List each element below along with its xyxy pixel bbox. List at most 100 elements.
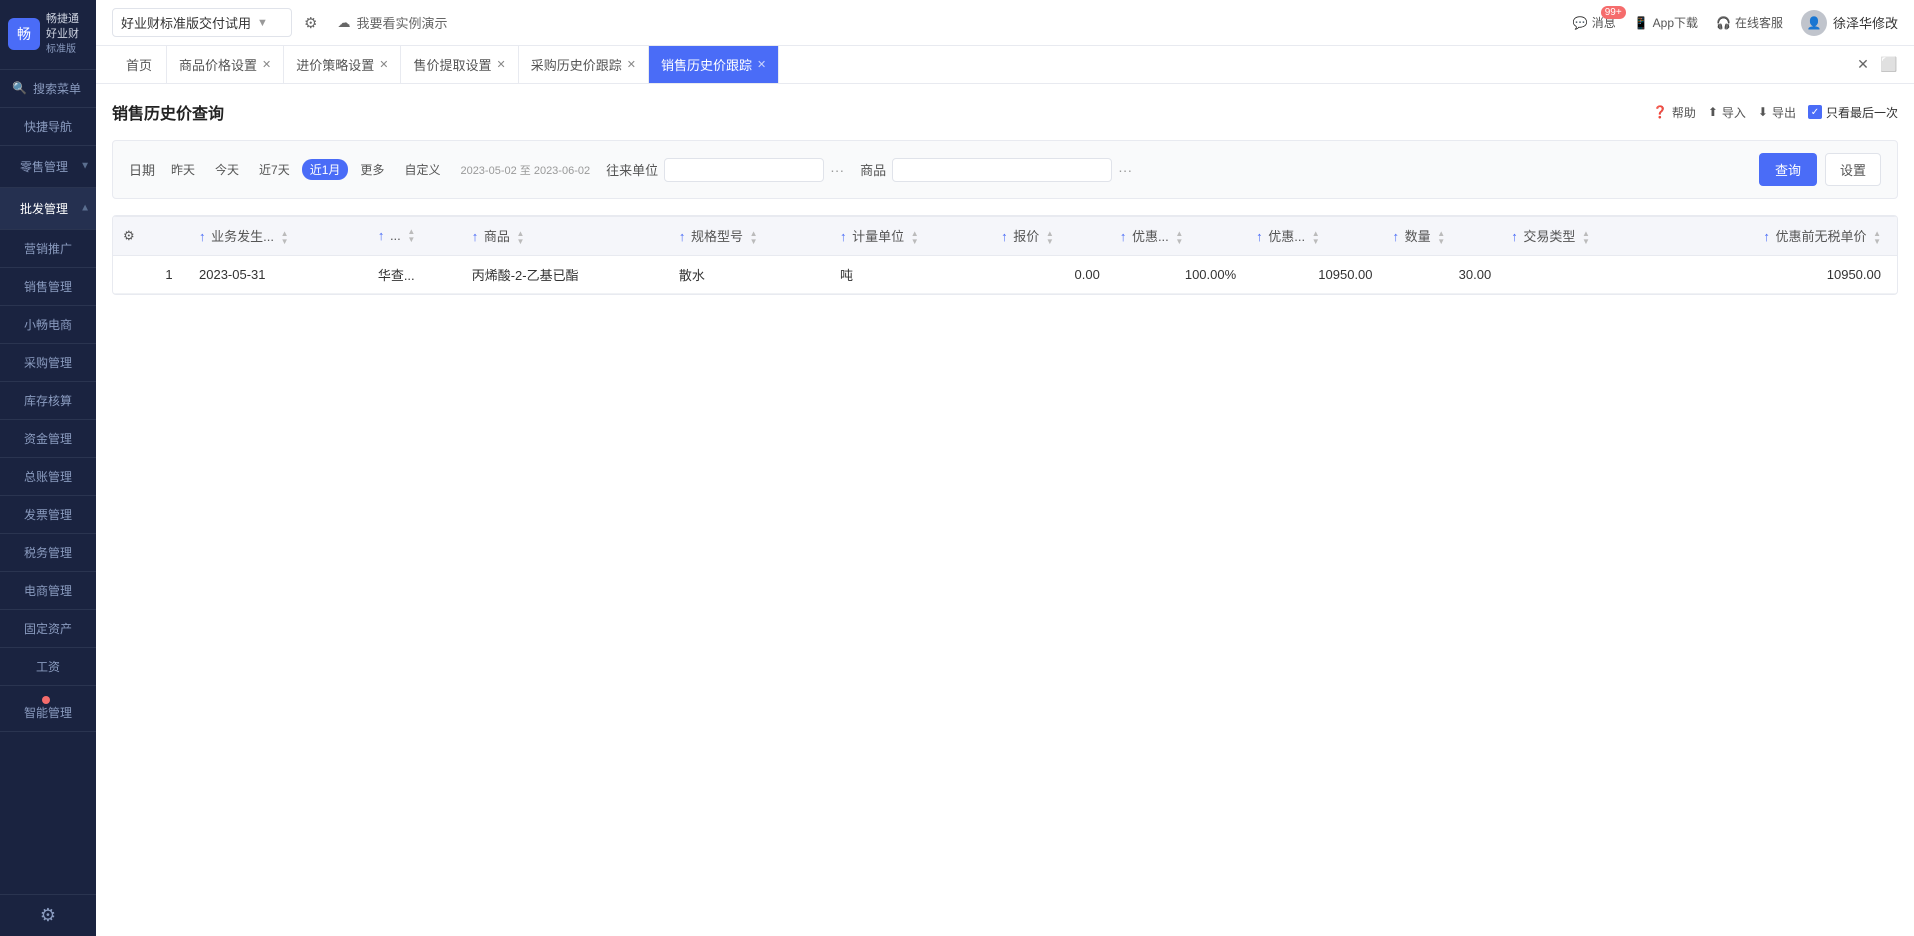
sidebar-item-purchase[interactable]: 采购管理 — [0, 344, 96, 382]
sidebar-item-salary[interactable]: 工资 — [0, 648, 96, 686]
th-price[interactable]: ↑ 报价 ▲▼ — [991, 217, 1110, 256]
product-input[interactable] — [892, 158, 1112, 182]
settings-button[interactable]: 设置 — [1825, 153, 1881, 186]
td-discount1: 100.00% — [1110, 255, 1246, 293]
sidebar-item-shortcut[interactable]: 快捷导航 — [0, 108, 96, 146]
th-pretax-price[interactable]: ↑ 优惠前无税单价 ▲▼ — [1662, 217, 1897, 256]
product-more-btn[interactable]: ··· — [1118, 162, 1132, 178]
sidebar-item-tax[interactable]: 税务管理 — [0, 534, 96, 572]
sidebar-item-finance[interactable]: 资金管理 — [0, 420, 96, 458]
module-selector[interactable]: 好业财标准版交付试用 ▼ — [112, 8, 292, 37]
export-icon: ⬇ — [1758, 105, 1768, 119]
tab-purchase-strategy[interactable]: 进价策略设置 ✕ — [284, 46, 401, 84]
supplier-input[interactable] — [664, 158, 824, 182]
table-row[interactable]: 1 2023-05-31 华查... 丙烯酸-2-乙基已酯 散水 吨 0.00 … — [113, 255, 1897, 293]
tab-close-purchase-strategy[interactable]: ✕ — [379, 58, 388, 71]
tab-purchase-history[interactable]: 采购历史价跟踪 ✕ — [519, 46, 649, 84]
th-trans-type[interactable]: ↑ 交易类型 ▲▼ — [1501, 217, 1662, 256]
sidebar-item-account[interactable]: 总账管理 — [0, 458, 96, 496]
sidebar-item-invoice[interactable]: 发票管理 — [0, 496, 96, 534]
demo-button[interactable]: ☁ 我要看实例演示 — [337, 13, 447, 32]
filter-actions: 查询 设置 — [1759, 153, 1881, 186]
sort-discount1-icon: ▲▼ — [1175, 230, 1183, 246]
sidebar-item-fixedasset[interactable]: 固定资产 — [0, 610, 96, 648]
supplier-label: 往来单位 — [606, 160, 658, 179]
td-unit: 吨 — [830, 255, 991, 293]
sort-icon5: ↑ — [840, 229, 847, 244]
td-spec: 散水 — [669, 255, 830, 293]
gear-icon[interactable]: ⚙ — [304, 14, 317, 32]
sort-spec-icon: ▲▼ — [750, 230, 758, 246]
query-button[interactable]: 查询 — [1759, 153, 1817, 186]
date-btn-last1month[interactable]: 近1月 — [302, 159, 349, 180]
th-discount2[interactable]: ↑ 优惠... ▲▼ — [1246, 217, 1382, 256]
sidebar-logo: 畅 畅捷通好业财 标准版 — [0, 0, 96, 70]
sidebar: 畅 畅捷通好业财 标准版 🔍 搜索菜单 快捷导航 零售管理 ▼ 批发管理 ▲ 营… — [0, 0, 96, 936]
tab-close-purchase-history[interactable]: ✕ — [627, 58, 636, 71]
sidebar-item-inventory[interactable]: 库存核算 — [0, 382, 96, 420]
date-buttons: 昨天 今天 近7天 近1月 更多 自定义 — [163, 159, 448, 180]
sidebar-search[interactable]: 🔍 搜索菜单 — [0, 70, 96, 108]
tab-sales-history[interactable]: 销售历史价跟踪 ✕ — [649, 46, 779, 84]
sort-discount2-icon: ▲▼ — [1312, 230, 1320, 246]
th-dots[interactable]: ↑ ... ▲▼ — [368, 217, 462, 256]
sort-icon9: ↑ — [1393, 229, 1400, 244]
sidebar-item-sales[interactable]: 销售管理 — [0, 268, 96, 306]
tab-price[interactable]: 商品价格设置 ✕ — [167, 46, 284, 84]
topbar-right: 💬 消息 99+ 📱 App下载 🎧 在线客服 👤 徐泽华修改 — [1573, 10, 1898, 36]
sidebar-settings-icon[interactable]: ⚙ — [0, 894, 96, 936]
sidebar-item-ecom2[interactable]: 电商管理 — [0, 572, 96, 610]
td-price: 0.00 — [991, 255, 1110, 293]
td-gear — [113, 255, 149, 293]
supplier-more-btn[interactable]: ··· — [830, 162, 844, 178]
message-button[interactable]: 💬 消息 99+ — [1573, 14, 1616, 31]
data-table: ⚙ ↑ 业务发生... ▲▼ ↑ ... ▲▼ — [113, 216, 1897, 294]
tab-home[interactable]: 首页 — [112, 46, 167, 84]
sort-icon2: ↑ — [378, 228, 385, 243]
th-discount1[interactable]: ↑ 优惠... ▲▼ — [1110, 217, 1246, 256]
date-filter-group: 日期 昨天 今天 近7天 近1月 更多 自定义 2023-05-02 至 202… — [129, 159, 590, 180]
avatar: 👤 — [1801, 10, 1827, 36]
date-btn-custom[interactable]: 自定义 — [396, 159, 448, 180]
td-date: 2023-05-31 — [189, 255, 368, 293]
help-button[interactable]: ❓ 帮助 — [1653, 104, 1696, 121]
sort-icon8: ↑ — [1256, 229, 1263, 244]
th-qty[interactable]: ↑ 数量 ▲▼ — [1383, 217, 1502, 256]
sidebar-item-retail[interactable]: 零售管理 ▼ — [0, 146, 96, 188]
tab-close-price[interactable]: ✕ — [262, 58, 271, 71]
export-button[interactable]: ⬇ 导出 — [1758, 104, 1796, 121]
sidebar-item-wholesale[interactable]: 批发管理 ▲ — [0, 188, 96, 230]
maximize-window-button[interactable]: ⬜ — [1880, 56, 1898, 74]
th-unit[interactable]: ↑ 计量单位 ▲▼ — [830, 217, 991, 256]
app-download-button[interactable]: 📱 App下载 — [1634, 14, 1698, 31]
sort-icon7: ↑ — [1120, 229, 1127, 244]
product-label: 商品 — [860, 160, 886, 179]
tab-sale-price[interactable]: 售价提取设置 ✕ — [401, 46, 518, 84]
page-header: 销售历史价查询 ❓ 帮助 ⬆ 导入 ⬇ 导出 ✓ 只看最后一次 — [112, 100, 1898, 124]
sidebar-item-marketing[interactable]: 营销推广 — [0, 230, 96, 268]
th-product[interactable]: ↑ 商品 ▲▼ — [462, 217, 669, 256]
date-btn-more[interactable]: 更多 — [352, 159, 392, 180]
sort-icon: ↑ — [199, 229, 206, 244]
close-window-button[interactable]: ✕ — [1854, 56, 1872, 74]
tab-close-sale-price[interactable]: ✕ — [497, 58, 506, 71]
window-controls: ✕ ⬜ — [1854, 56, 1898, 74]
th-date[interactable]: ↑ 业务发生... ▲▼ — [189, 217, 368, 256]
import-button[interactable]: ⬆ 导入 — [1708, 104, 1746, 121]
tab-close-sales-history[interactable]: ✕ — [757, 58, 766, 71]
user-menu[interactable]: 👤 徐泽华修改 — [1801, 10, 1898, 36]
only-last-checkbox[interactable]: ✓ 只看最后一次 — [1808, 104, 1898, 121]
date-btn-today[interactable]: 今天 — [207, 159, 247, 180]
sidebar-item-intelligent[interactable]: 智能管理 — [0, 686, 96, 732]
td-pretax-price: 10950.00 — [1662, 255, 1897, 293]
date-btn-yesterday[interactable]: 昨天 — [163, 159, 203, 180]
th-gear[interactable]: ⚙ — [113, 217, 149, 256]
th-spec[interactable]: ↑ 规格型号 ▲▼ — [669, 217, 830, 256]
online-service-button[interactable]: 🎧 在线客服 — [1716, 14, 1783, 31]
sidebar-item-ecommerce[interactable]: 小畅电商 — [0, 306, 96, 344]
date-range-display: 2023-05-02 至 2023-06-02 — [460, 162, 590, 178]
tabbar: 首页 商品价格设置 ✕ 进价策略设置 ✕ 售价提取设置 ✕ 采购历史价跟踪 ✕ … — [96, 46, 1914, 84]
checkbox-icon: ✓ — [1808, 105, 1822, 119]
page-title: 销售历史价查询 — [112, 100, 224, 124]
date-btn-last7[interactable]: 近7天 — [251, 159, 298, 180]
